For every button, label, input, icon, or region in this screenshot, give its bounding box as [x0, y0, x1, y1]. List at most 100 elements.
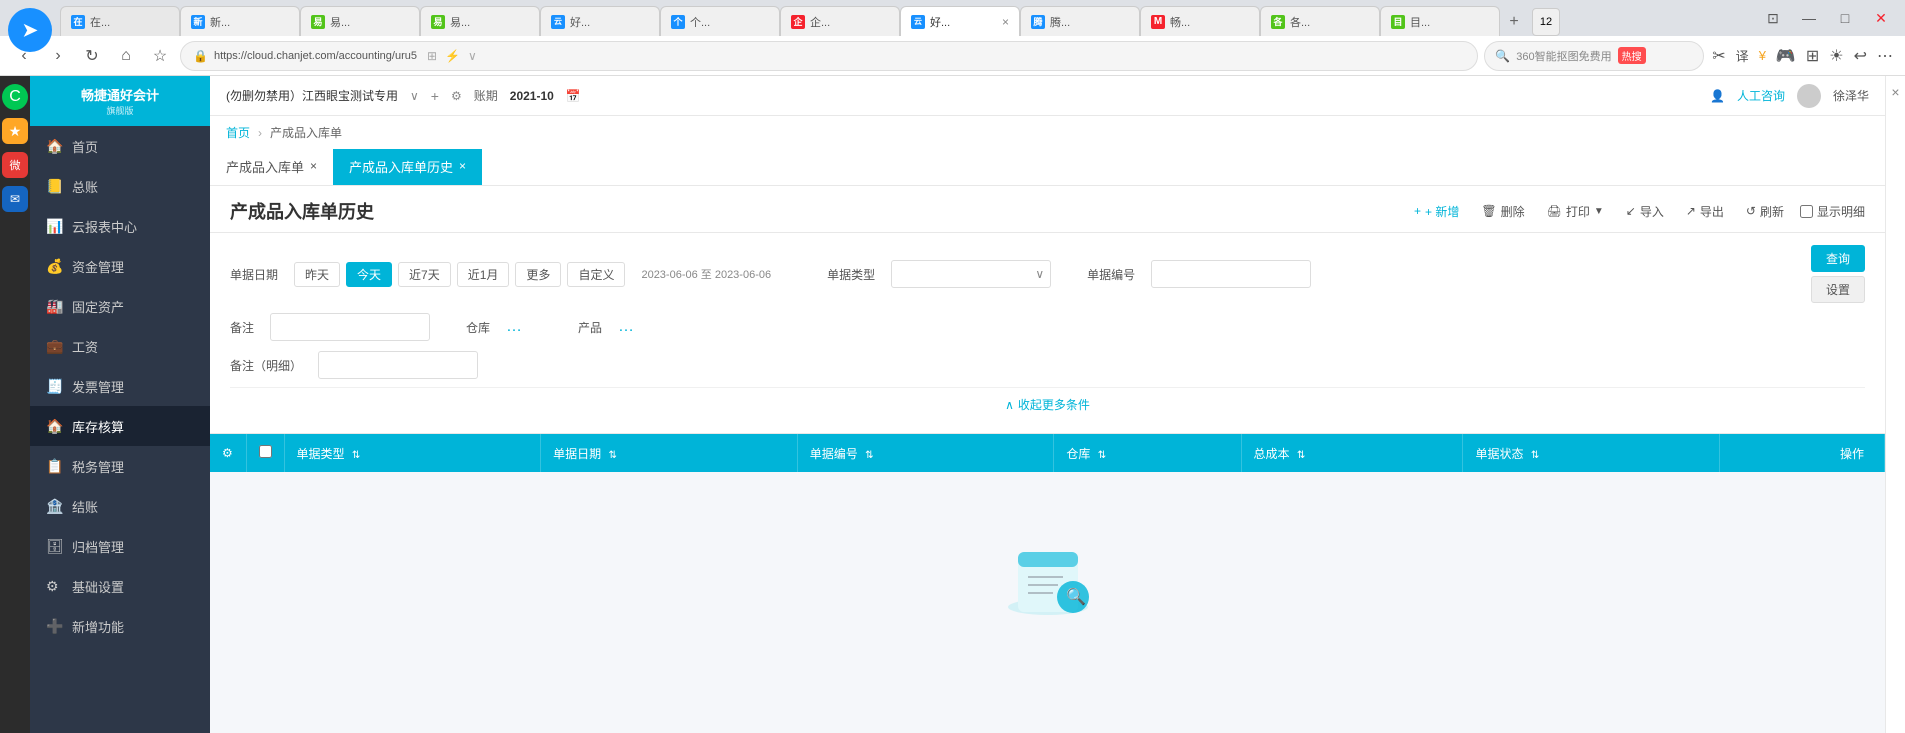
star-app-icon[interactable]: ★ [2, 118, 28, 144]
address-chevron-icon: ∨ [468, 49, 477, 63]
detail-note-filter-label: 备注（明细） [230, 357, 302, 374]
sidebar-item-ledger[interactable]: 📒 总账 [30, 166, 210, 206]
display-icon[interactable]: ☀ [1827, 44, 1845, 68]
type-select[interactable]: ∨ [891, 260, 1051, 288]
search-bar[interactable]: 🔍 360智能抠图免费用 热搜 [1484, 41, 1704, 71]
th-gear[interactable]: ⚙ [210, 434, 246, 472]
game-icon[interactable]: 🎮 [1774, 44, 1798, 68]
restore-button[interactable]: ⊡ [1759, 4, 1787, 32]
close-window-button[interactable]: ✕ [1867, 4, 1895, 32]
tab-5[interactable]: 云 好... [540, 6, 660, 36]
refresh-button[interactable]: ↻ [78, 42, 106, 70]
date-btn-custom[interactable]: 自定义 [567, 262, 625, 287]
sidebar-item-new-func[interactable]: ➕ 新增功能 [30, 606, 210, 646]
date-btn-1month[interactable]: 近1月 [457, 262, 510, 287]
sidebar-item-cloud-report[interactable]: 📊 云报表中心 [30, 206, 210, 246]
th-total-cost-label: 总成本 [1254, 447, 1290, 461]
th-number[interactable]: 单据编号 ⇅ [797, 434, 1054, 472]
yuan-icon[interactable]: ¥ [1757, 46, 1768, 65]
select-all-checkbox[interactable] [259, 445, 272, 458]
page-tab-history-close[interactable]: × [459, 159, 466, 173]
grid-icon[interactable]: ⊞ [1804, 44, 1821, 68]
show-detail-input[interactable] [1800, 205, 1813, 218]
sidebar-item-basic[interactable]: ⚙ 基础设置 [30, 566, 210, 606]
th-type[interactable]: 单据类型 ⇅ [284, 434, 541, 472]
sidebar-item-tax[interactable]: 📋 税务管理 [30, 446, 210, 486]
tab-1[interactable]: 在 在... [60, 6, 180, 36]
th-total-cost[interactable]: 总成本 ⇅ [1241, 434, 1463, 472]
th-type-label: 单据类型 [297, 447, 345, 461]
product-dots[interactable]: … [618, 318, 634, 336]
minimize-button[interactable]: — [1795, 4, 1823, 32]
basic-icon: ⚙ [46, 578, 62, 595]
sidebar-item-payroll[interactable]: 💼 工资 [30, 326, 210, 366]
print-button[interactable]: 🖨 打印 ▼ [1541, 199, 1610, 224]
tab-8[interactable]: 云 好... × [900, 6, 1020, 36]
date-btn-today[interactable]: 今天 [346, 262, 392, 287]
export-button[interactable]: ↗ 导出 [1680, 199, 1730, 224]
detail-note-input[interactable] [318, 351, 478, 379]
note-input[interactable] [270, 313, 430, 341]
chanjet-icon[interactable]: C [2, 84, 28, 110]
calendar-icon[interactable]: 📅 [566, 89, 581, 103]
weibo-icon[interactable]: 微 [2, 152, 28, 178]
browser-logo[interactable]: ➤ [8, 8, 52, 52]
page-tab-history[interactable]: 产成品入库单历史 × [333, 149, 482, 185]
show-detail-checkbox[interactable]: 显示明细 [1800, 203, 1865, 220]
user-service-link[interactable]: 人工咨询 [1737, 87, 1785, 104]
date-btn-more[interactable]: 更多 [515, 262, 561, 287]
account-add-icon[interactable]: + [431, 88, 439, 104]
date-btn-yesterday[interactable]: 昨天 [294, 262, 340, 287]
th-checkbox[interactable] [246, 434, 284, 472]
address-bar: ‹ › ↻ ⌂ ☆ 🔒 https://cloud.chanjet.com/ac… [0, 36, 1905, 76]
sidebar-item-settlement[interactable]: 🏦 结账 [30, 486, 210, 526]
th-status[interactable]: 单据状态 ⇅ [1463, 434, 1720, 472]
sidebar-item-home[interactable]: 🏠 首页 [30, 126, 210, 166]
collapse-button[interactable]: ∧ 收起更多条件 [1005, 396, 1090, 413]
import-button[interactable]: ↙ 导入 [1620, 199, 1670, 224]
sidebar-item-archive[interactable]: 🗄 归档管理 [30, 526, 210, 566]
query-button[interactable]: 查询 [1811, 245, 1865, 272]
forward-button[interactable]: › [44, 42, 72, 70]
tab-add-button[interactable]: + [1500, 8, 1528, 36]
sidebar-item-fund[interactable]: 💰 资金管理 [30, 246, 210, 286]
setting-button[interactable]: 设置 [1811, 276, 1865, 303]
sidebar-item-fixed-assets[interactable]: 🏭 固定资产 [30, 286, 210, 326]
tab-8-close[interactable]: × [1002, 15, 1009, 29]
tab-2[interactable]: 新 新... [180, 6, 300, 36]
delete-button[interactable]: 🗑 删除 [1475, 199, 1530, 224]
th-warehouse[interactable]: 仓库 ⇅ [1054, 434, 1241, 472]
refresh-button[interactable]: ↺ 刷新 [1740, 199, 1790, 224]
page-tab-list-close[interactable]: × [310, 159, 317, 173]
undo-icon[interactable]: ↩ [1852, 44, 1869, 68]
page-tab-list[interactable]: 产成品入库单 × [210, 149, 333, 185]
bookmark-button[interactable]: ☆ [146, 42, 174, 70]
th-date[interactable]: 单据日期 ⇅ [541, 434, 798, 472]
account-dropdown-icon[interactable]: ∨ [410, 89, 419, 103]
tab-9[interactable]: 腾 腾... [1020, 6, 1140, 36]
date-btn-7days[interactable]: 近7天 [398, 262, 451, 287]
more-icon[interactable]: ⋯ [1875, 44, 1895, 68]
tab-12[interactable]: 目 目... [1380, 6, 1500, 36]
tab-6[interactable]: 个 个... [660, 6, 780, 36]
mail-icon[interactable]: ✉ [2, 186, 28, 212]
tab-10[interactable]: M 畅... [1140, 6, 1260, 36]
home-button[interactable]: ⌂ [112, 42, 140, 70]
sidebar-item-invoice[interactable]: 🧾 发票管理 [30, 366, 210, 406]
tab-3[interactable]: 易 易... [300, 6, 420, 36]
app-container: C ★ 微 ✉ 畅捷通好会计 旗舰版 🏠 首页 📒 [0, 76, 1905, 733]
account-settings-icon[interactable]: ⚙ [451, 89, 462, 103]
panel-close-button[interactable]: × [1891, 84, 1899, 100]
tab-7[interactable]: 企 企... [780, 6, 900, 36]
tab-4[interactable]: 易 易... [420, 6, 540, 36]
tab-11[interactable]: 各 各... [1260, 6, 1380, 36]
scissors-icon[interactable]: ✂ [1710, 44, 1727, 68]
translate-icon[interactable]: 译 [1734, 44, 1751, 67]
breadcrumb-home[interactable]: 首页 [226, 124, 250, 141]
address-input[interactable]: 🔒 https://cloud.chanjet.com/accounting/u… [180, 41, 1478, 71]
number-input[interactable] [1151, 260, 1311, 288]
add-button[interactable]: + + 新增 [1408, 199, 1465, 224]
sidebar-item-inventory[interactable]: 🏠 库存核算 [30, 406, 210, 446]
warehouse-dots[interactable]: … [506, 318, 522, 336]
maximize-button[interactable]: □ [1831, 4, 1859, 32]
